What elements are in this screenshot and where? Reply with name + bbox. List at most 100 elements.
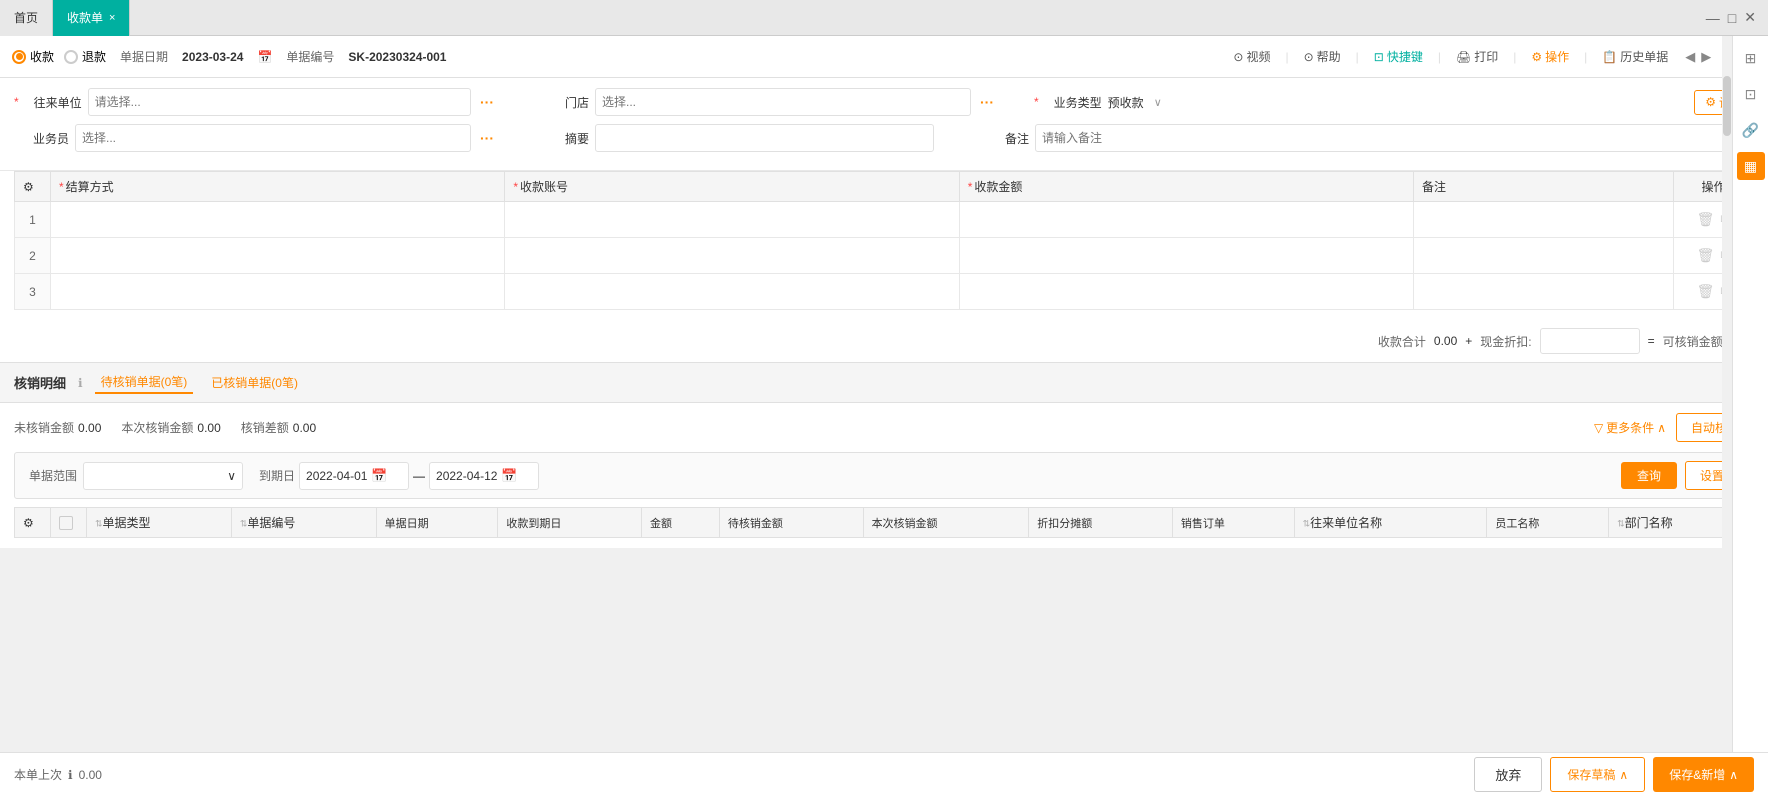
select-all-checkbox[interactable] (59, 516, 73, 530)
account-cell-1[interactable] (505, 202, 959, 238)
shop-input[interactable] (595, 88, 971, 116)
completed-tab[interactable]: 已核销单据(0笔) (205, 372, 304, 393)
amount-cell-1[interactable] (959, 202, 1413, 238)
summary-input[interactable] (595, 124, 934, 152)
staff-more-icon[interactable]: ··· (480, 130, 494, 146)
video-btn[interactable]: ⊙ 视频 (1228, 46, 1275, 67)
remark-cell-2[interactable] (1414, 238, 1674, 274)
remark-input-field[interactable] (1042, 131, 1747, 145)
business-type-label: 业务类型 (1047, 94, 1102, 111)
current-stat: 本次核销金额 0.00 (121, 419, 220, 436)
calendar-from-icon[interactable]: 📅 (371, 468, 387, 484)
col-gear[interactable]: ⚙ (15, 508, 51, 538)
unverified-stat: 未核销金额 0.00 (14, 419, 101, 436)
shop-input-field[interactable] (602, 95, 964, 109)
diff-value: 0.00 (293, 421, 316, 435)
business-type-arrow[interactable]: ∨ (1154, 96, 1162, 109)
date-range-field: 到期日 2022-04-01 📅 — 2022-04-12 📅 (259, 462, 539, 490)
col-doc-no: ⇅单据编号 (231, 508, 376, 538)
table-gear-header[interactable]: ⚙ (15, 172, 51, 202)
shop-more-icon[interactable]: ··· (980, 94, 994, 110)
radio-refund[interactable]: 退款 (64, 48, 106, 65)
staff-field: 业务员 ··· (14, 124, 494, 152)
date-to-input[interactable]: 2022-04-12 📅 (429, 462, 539, 490)
toolbar-right: ⊙ 视频 | ⊙ 帮助 | ⊡ 快捷键 | 🖨 打印 | ⚙ 操作 | 📋 历史… (1228, 45, 1756, 69)
range-select[interactable]: ∨ (83, 462, 243, 490)
pending-tab[interactable]: 待核销单据(0笔) (95, 371, 194, 394)
discount-input[interactable] (1540, 328, 1640, 354)
table-row: 2 🗑 ⧉ (15, 238, 1754, 274)
col-amount: 金额 (642, 508, 720, 538)
partner-input-field[interactable] (95, 95, 464, 109)
settlement-cell-1[interactable] (51, 202, 505, 238)
radio-receipt[interactable]: 收款 (12, 48, 54, 65)
settlement-cell-2[interactable] (51, 238, 505, 274)
shop-label: 门店 (534, 94, 589, 111)
tab-close-icon[interactable]: × (109, 12, 115, 24)
info-icon: ℹ (78, 376, 83, 390)
more-conditions-btn[interactable]: ▽ 更多条件 ∧ (1594, 419, 1666, 436)
remark-cell-1[interactable] (1414, 202, 1674, 238)
prev-btn[interactable]: ◀ (1683, 47, 1697, 67)
remark-cell-3[interactable] (1414, 274, 1674, 310)
close-icon[interactable]: ✕ (1744, 9, 1756, 26)
date-value[interactable]: 2023-03-24 (182, 50, 243, 64)
tab-receipt[interactable]: 收款单 × (53, 0, 130, 36)
date-from-input[interactable]: 2022-04-01 📅 (299, 462, 409, 490)
row-num-3: 3 (15, 274, 51, 310)
amount-cell-3[interactable] (959, 274, 1413, 310)
filter-icon: ▽ (1594, 421, 1603, 435)
date-separator: — (413, 469, 425, 483)
scroll-thumb[interactable] (1723, 76, 1731, 136)
table-section: ⚙ *结算方式 *收款账号 *收款金额 备注 操作 (0, 171, 1768, 320)
print-btn[interactable]: 🖨 打印 (1451, 46, 1503, 67)
staff-input[interactable] (75, 124, 471, 152)
staff-input-field[interactable] (82, 131, 464, 145)
table-row: 3 🗑 ⧉ (15, 274, 1754, 310)
save-draft-button[interactable]: 保存草稿 ∧ (1550, 757, 1645, 792)
tab-home[interactable]: 首页 (0, 0, 53, 36)
account-cell-3[interactable] (505, 274, 959, 310)
summary-input-field[interactable] (602, 131, 927, 145)
minimize-icon[interactable]: — (1706, 10, 1720, 26)
sidebar-cursor-icon[interactable]: ▦ (1737, 152, 1765, 180)
maximize-icon[interactable]: □ (1728, 10, 1736, 26)
partner-field: * 往来单位 ··· (14, 88, 494, 116)
net-label: 可核销金额 (1663, 333, 1723, 350)
history-btn[interactable]: 📋 历史单据 (1597, 46, 1673, 67)
row-num-1: 1 (15, 202, 51, 238)
delete-row-2-icon[interactable]: 🗑 (1697, 247, 1715, 264)
range-label: 单据范围 (29, 467, 77, 484)
current-verify-label: 本次核销金额 (121, 419, 193, 436)
abandon-button[interactable]: 放弃 (1474, 757, 1542, 792)
form-row-2: 业务员 ··· 摘要 备注 (14, 124, 1754, 152)
plus-sign: + (1465, 334, 1472, 348)
next-btn[interactable]: ▶ (1699, 47, 1713, 67)
query-button[interactable]: 查询 (1621, 462, 1677, 489)
save-new-button[interactable]: 保存&新增 ∧ (1653, 757, 1754, 792)
radio-dot-refund (64, 50, 78, 64)
calendar-icon[interactable]: 📅 (257, 50, 272, 64)
settlement-cell-3[interactable] (51, 274, 505, 310)
remark-label: 备注 (974, 130, 1029, 147)
sidebar-table-icon[interactable]: ⊞ (1737, 44, 1765, 72)
col-discount: 折扣分摊额 (1029, 508, 1173, 538)
amount-cell-2[interactable] (959, 238, 1413, 274)
partner-input[interactable] (88, 88, 471, 116)
bottom-buttons: 放弃 保存草稿 ∧ 保存&新增 ∧ (1474, 757, 1754, 792)
history-icon: 📋 (1602, 50, 1617, 64)
ops-btn[interactable]: ⚙ 操作 (1526, 46, 1574, 67)
nav-arrows: ◀ ▶ (1683, 47, 1713, 67)
verification-title: 核销明细 (14, 373, 66, 392)
sidebar-image-icon[interactable]: ⊡ (1737, 80, 1765, 108)
delete-row-1-icon[interactable]: 🗑 (1697, 211, 1715, 228)
sidebar-link-icon[interactable]: 🔗 (1737, 116, 1765, 144)
account-cell-2[interactable] (505, 238, 959, 274)
shortcut-btn[interactable]: ⊡ 快捷键 (1369, 46, 1428, 67)
receipts-table: ⚙ *结算方式 *收款账号 *收款金额 备注 操作 (14, 171, 1754, 310)
partner-more-icon[interactable]: ··· (480, 94, 494, 110)
remark-input[interactable] (1035, 124, 1754, 152)
delete-row-3-icon[interactable]: 🗑 (1697, 283, 1715, 300)
calendar-to-icon[interactable]: 📅 (501, 468, 517, 484)
help-btn[interactable]: ⊙ 帮助 (1299, 46, 1346, 67)
